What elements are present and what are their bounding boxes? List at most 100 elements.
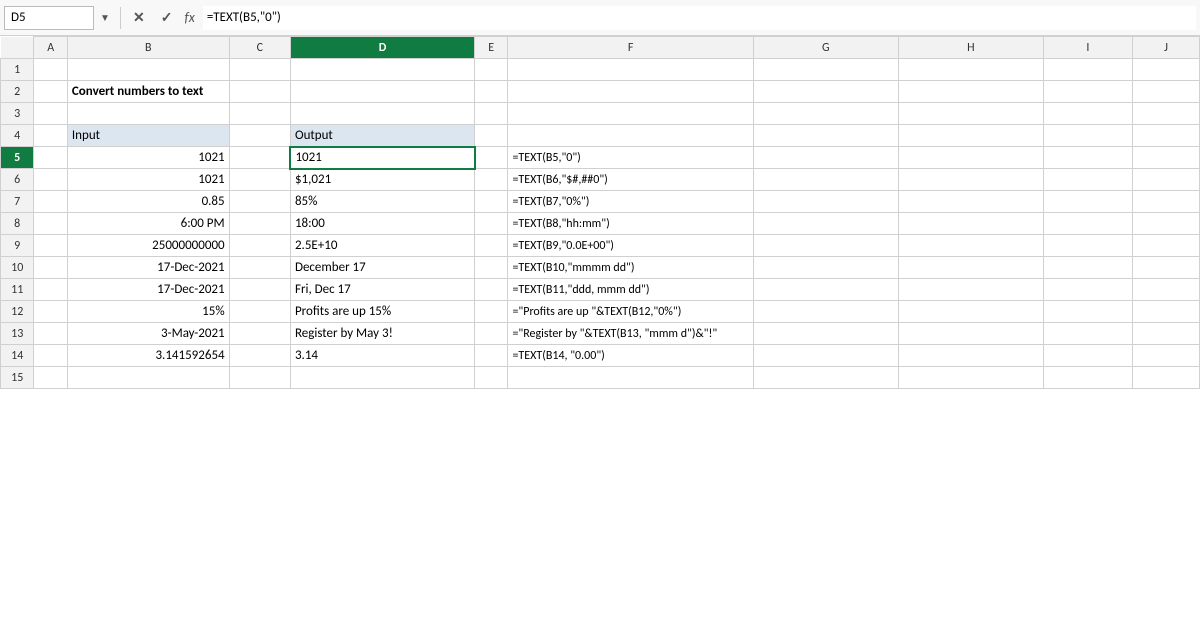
cell[interactable] (898, 169, 1043, 191)
cell[interactable] (753, 257, 898, 279)
cell[interactable] (1133, 213, 1200, 235)
row-header-9[interactable]: 9 (1, 235, 34, 257)
cell[interactable] (67, 59, 229, 81)
cell[interactable] (1043, 301, 1132, 323)
cell[interactable] (753, 367, 898, 389)
cell[interactable] (34, 147, 67, 169)
cell[interactable] (229, 235, 290, 257)
cell[interactable] (508, 81, 753, 103)
cell[interactable]: 1021 (67, 147, 229, 169)
cell[interactable] (229, 301, 290, 323)
cell[interactable] (753, 191, 898, 213)
cell[interactable] (508, 59, 753, 81)
cell[interactable] (1043, 59, 1132, 81)
col-header-H[interactable]: H (898, 37, 1043, 59)
cell[interactable] (753, 125, 898, 147)
cell[interactable] (1133, 279, 1200, 301)
cell[interactable] (475, 301, 508, 323)
cell[interactable] (1043, 125, 1132, 147)
col-header-A[interactable]: A (34, 37, 67, 59)
cell[interactable] (898, 103, 1043, 125)
cell[interactable] (475, 257, 508, 279)
cell[interactable] (1043, 103, 1132, 125)
cell[interactable] (229, 323, 290, 345)
cell[interactable] (753, 323, 898, 345)
cell[interactable] (229, 191, 290, 213)
cell[interactable] (1043, 81, 1132, 103)
cell[interactable] (898, 279, 1043, 301)
cell[interactable]: 0.85 (67, 191, 229, 213)
cell[interactable] (475, 59, 508, 81)
cell[interactable]: =TEXT(B11,"ddd, mmm dd") (508, 279, 753, 301)
col-header-C[interactable]: C (229, 37, 290, 59)
cell[interactable]: =TEXT(B14, "0.00") (508, 345, 753, 367)
row-header-1[interactable]: 1 (1, 59, 34, 81)
cell[interactable]: 1021 (290, 147, 474, 169)
cell[interactable] (753, 81, 898, 103)
cell[interactable]: Profits are up 15% (290, 301, 474, 323)
cell[interactable] (898, 213, 1043, 235)
col-header-B[interactable]: B (67, 37, 229, 59)
cell[interactable] (229, 59, 290, 81)
cell[interactable] (475, 169, 508, 191)
row-header-15[interactable]: 15 (1, 367, 34, 389)
cell[interactable] (229, 213, 290, 235)
row-header-4[interactable]: 4 (1, 125, 34, 147)
cell[interactable] (898, 345, 1043, 367)
confirm-icon[interactable]: ✓ (157, 7, 177, 28)
cell[interactable] (290, 103, 474, 125)
formula-input[interactable] (203, 6, 1196, 30)
cell[interactable] (898, 59, 1043, 81)
cell[interactable]: Convert numbers to text (67, 81, 229, 103)
cell[interactable]: 18:00 (290, 213, 474, 235)
cell[interactable]: 15% (67, 301, 229, 323)
cell-name-dropdown[interactable]: ▼ (98, 11, 112, 24)
cell[interactable] (898, 147, 1043, 169)
cell[interactable]: 25000000000 (67, 235, 229, 257)
cell[interactable] (898, 191, 1043, 213)
cell[interactable] (229, 169, 290, 191)
cell[interactable] (1133, 147, 1200, 169)
cell[interactable] (475, 323, 508, 345)
cell[interactable] (34, 367, 67, 389)
cell[interactable] (229, 367, 290, 389)
cell[interactable]: Register by May 3! (290, 323, 474, 345)
cell-name-box[interactable]: D5 (4, 6, 94, 30)
cell[interactable] (1043, 279, 1132, 301)
cell[interactable]: ="Profits are up "&TEXT(B12,"0%") (508, 301, 753, 323)
cell[interactable]: 3.141592654 (67, 345, 229, 367)
cell[interactable] (475, 235, 508, 257)
cell[interactable] (508, 103, 753, 125)
cell[interactable] (1043, 257, 1132, 279)
row-header-8[interactable]: 8 (1, 213, 34, 235)
cell[interactable] (475, 279, 508, 301)
cell[interactable] (898, 235, 1043, 257)
row-header-14[interactable]: 14 (1, 345, 34, 367)
cell[interactable]: Output (290, 125, 474, 147)
row-header-12[interactable]: 12 (1, 301, 34, 323)
cell[interactable] (1133, 367, 1200, 389)
row-header-2[interactable]: 2 (1, 81, 34, 103)
cell[interactable]: =TEXT(B5,"0") (508, 147, 753, 169)
cancel-icon[interactable]: ✕ (129, 7, 149, 28)
cell[interactable] (475, 345, 508, 367)
cell[interactable] (1043, 323, 1132, 345)
cell[interactable] (229, 257, 290, 279)
cell[interactable] (34, 59, 67, 81)
cell[interactable] (1133, 345, 1200, 367)
cell[interactable] (475, 191, 508, 213)
cell[interactable] (1043, 345, 1132, 367)
cell[interactable] (898, 257, 1043, 279)
cell[interactable]: Fri, Dec 17 (290, 279, 474, 301)
cell[interactable] (1133, 235, 1200, 257)
cell[interactable] (1133, 323, 1200, 345)
cell[interactable] (290, 81, 474, 103)
cell[interactable] (34, 345, 67, 367)
cell[interactable] (34, 301, 67, 323)
cell[interactable] (753, 345, 898, 367)
row-header-6[interactable]: 6 (1, 169, 34, 191)
cell[interactable]: 2.5E+10 (290, 235, 474, 257)
cell[interactable] (34, 103, 67, 125)
cell[interactable] (898, 125, 1043, 147)
row-header-13[interactable]: 13 (1, 323, 34, 345)
